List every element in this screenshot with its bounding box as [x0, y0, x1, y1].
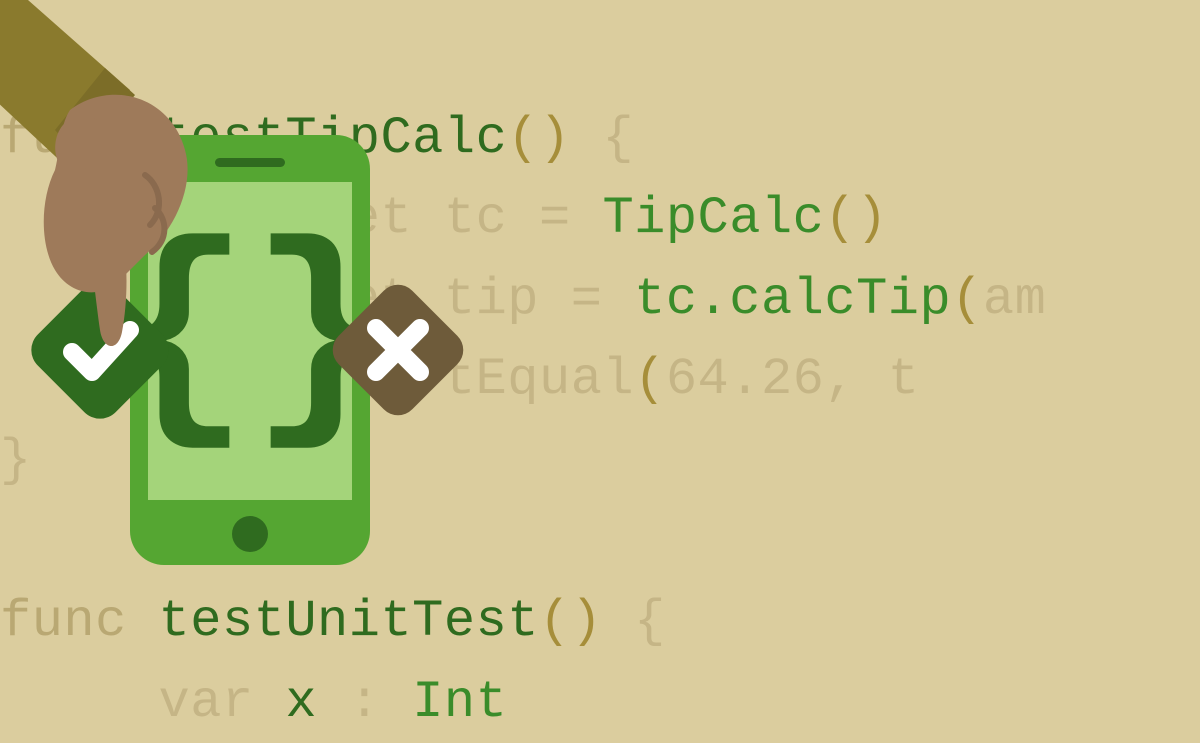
- keyword-var: var: [159, 673, 286, 732]
- arg: am: [983, 270, 1046, 329]
- keyword-func: func: [0, 592, 159, 651]
- type-int: Int: [412, 673, 507, 732]
- brace-close: }: [0, 431, 32, 490]
- keyword-let: let: [317, 189, 444, 248]
- brace-open: {: [602, 592, 665, 651]
- equals: =: [571, 270, 634, 329]
- function-name: testTipCalc: [159, 109, 508, 168]
- paren-open: (: [951, 270, 983, 329]
- colon: :: [349, 673, 412, 732]
- keyword-func: func: [0, 109, 159, 168]
- parens: (): [824, 189, 887, 248]
- code-background: func testTipCalc() { let tc = TipCalc() …: [0, 0, 1200, 675]
- assert-call: ssertEqual: [317, 350, 634, 409]
- paren-open: (: [634, 350, 666, 409]
- equals: =: [539, 189, 602, 248]
- var-x: x: [285, 673, 348, 732]
- function-name: testUnitTest: [159, 592, 539, 651]
- comma-arg: , t: [824, 350, 919, 409]
- var-tip: tip: [444, 270, 571, 329]
- keyword-let: let: [317, 270, 444, 329]
- parens: (): [539, 592, 602, 651]
- brace-open: {: [571, 109, 634, 168]
- parens: (): [507, 109, 570, 168]
- method-call: tc.calcTip: [634, 270, 951, 329]
- var-tc: tc: [444, 189, 539, 248]
- number-literal: 64.26: [666, 350, 825, 409]
- type-tipcalc: TipCalc: [602, 189, 824, 248]
